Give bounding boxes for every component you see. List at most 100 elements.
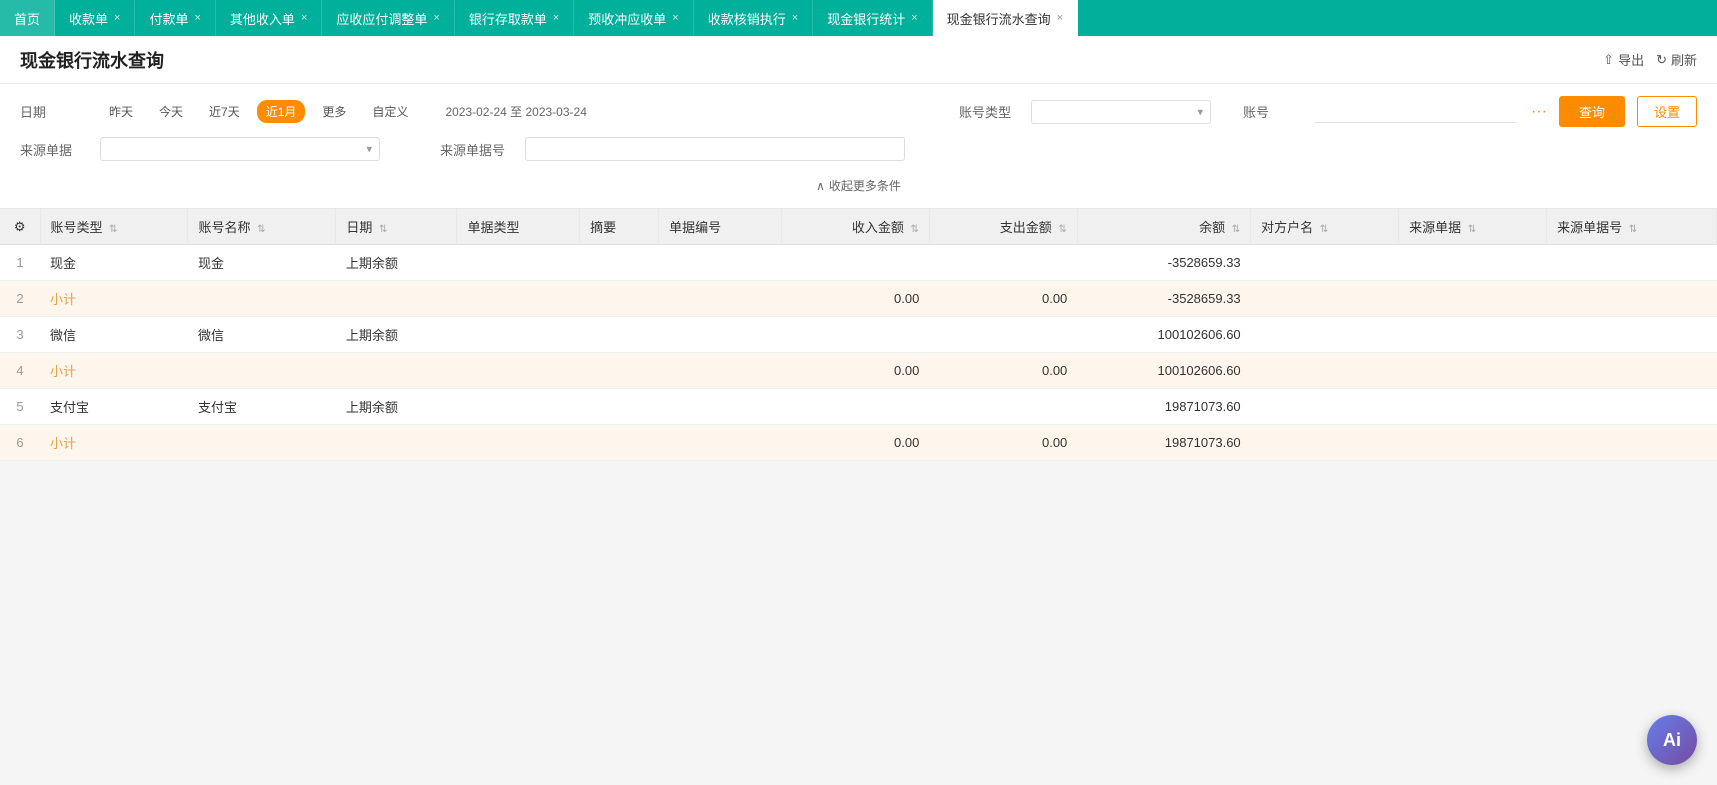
close-icon[interactable]: × <box>433 12 439 24</box>
nav-item-cash-stat[interactable]: 现金银行统计 × <box>813 0 932 36</box>
cell-account-name <box>188 353 336 389</box>
cell-doc-type <box>457 425 580 461</box>
date-option-more[interactable]: 更多 <box>313 100 355 123</box>
export-button[interactable]: ⇧ 导出 <box>1603 50 1644 69</box>
cell-summary <box>580 245 659 281</box>
col-balance-label: 余额 <box>1199 220 1225 235</box>
table-row[interactable]: 4小计0.000.00100102606.60 <box>0 353 1717 389</box>
cell-summary <box>580 281 659 317</box>
cell-summary <box>580 389 659 425</box>
source-doc-select[interactable] <box>100 137 380 161</box>
nav-item-other-income[interactable]: 其他收入单 × <box>216 0 322 36</box>
col-doc-no: 单据编号 <box>659 209 782 245</box>
page-header: 现金银行流水查询 ⇧ 导出 ↻ 刷新 <box>0 36 1717 84</box>
col-expense[interactable]: 支出金额 ⇅ <box>929 209 1077 245</box>
col-date-label: 日期 <box>346 220 372 235</box>
date-option-1month[interactable]: 近1月 <box>257 100 306 123</box>
close-icon[interactable]: × <box>911 12 917 24</box>
ai-button[interactable]: Ai <box>1647 715 1697 765</box>
date-option-today[interactable]: 今天 <box>150 100 192 123</box>
col-income[interactable]: 收入金额 ⇅ <box>781 209 929 245</box>
col-source-doc-no-label: 来源单据号 <box>1557 220 1622 235</box>
col-summary-label: 摘要 <box>590 220 616 235</box>
cell-balance: 100102606.60 <box>1077 353 1250 389</box>
cell-account-type: 小计 <box>40 281 188 317</box>
col-date[interactable]: 日期 ⇅ <box>336 209 457 245</box>
close-icon[interactable]: × <box>194 12 200 24</box>
cell-expense: 0.00 <box>929 353 1077 389</box>
table-row[interactable]: 3微信微信上期余额100102606.60 <box>0 317 1717 353</box>
col-doc-type: 单据类型 <box>457 209 580 245</box>
cell-account-name <box>188 425 336 461</box>
cell-income: 0.00 <box>781 353 929 389</box>
col-counterpart[interactable]: 对方户名 ⇅ <box>1251 209 1399 245</box>
refresh-icon: ↻ <box>1656 52 1667 68</box>
date-options: 昨天 今天 近7天 近1月 更多 自定义 <box>100 100 417 123</box>
table-row[interactable]: 5支付宝支付宝上期余额19871073.60 <box>0 389 1717 425</box>
table-row[interactable]: 2小计0.000.00-3528659.33 <box>0 281 1717 317</box>
nav-item-home[interactable]: 首页 <box>0 0 55 36</box>
cell-balance: 100102606.60 <box>1077 317 1250 353</box>
source-doc-label: 来源单据 <box>20 140 80 159</box>
nav-item-advance[interactable]: 预收冲应收单 × <box>574 0 693 36</box>
cell-expense <box>929 245 1077 281</box>
gear-icon[interactable]: ⚙ <box>14 219 26 234</box>
col-account-type-label: 账号类型 <box>51 220 103 235</box>
table-row[interactable]: 1现金现金上期余额-3528659.33 <box>0 245 1717 281</box>
nav-item-receipt[interactable]: 收款单 × <box>55 0 135 36</box>
cell-expense <box>929 389 1077 425</box>
cell-expense: 0.00 <box>929 281 1077 317</box>
cell-account-name <box>188 281 336 317</box>
nav-item-collection[interactable]: 收款核销执行 × <box>694 0 813 36</box>
date-option-custom[interactable]: 自定义 <box>363 100 417 123</box>
filter-row-2: 来源单据 来源单据号 <box>20 137 1697 161</box>
collapse-label: 收起更多条件 <box>829 177 901 194</box>
cell-account-name: 支付宝 <box>188 389 336 425</box>
collapse-bar[interactable]: ∧ 收起更多条件 <box>20 171 1697 196</box>
col-source-doc-label: 来源单据 <box>1409 220 1461 235</box>
col-account-name[interactable]: 账号名称 ⇅ <box>188 209 336 245</box>
refresh-button[interactable]: ↻ 刷新 <box>1656 50 1697 69</box>
settings-button[interactable]: 设置 <box>1637 96 1697 127</box>
close-icon[interactable]: × <box>301 12 307 24</box>
query-button[interactable]: 查询 <box>1559 96 1625 127</box>
filter-area: 日期 昨天 今天 近7天 近1月 更多 自定义 2023-02-24 至 202… <box>0 84 1717 209</box>
close-icon[interactable]: × <box>553 12 559 24</box>
account-label: 账号 <box>1243 102 1303 121</box>
cell-balance: 19871073.60 <box>1077 389 1250 425</box>
cell-doc-no <box>659 245 782 281</box>
account-input[interactable] <box>1315 100 1515 123</box>
cell-doc-no <box>659 389 782 425</box>
source-doc-no-input[interactable] <box>525 137 905 161</box>
nav-item-adjustment[interactable]: 应收应付调整单 × <box>322 0 454 36</box>
cell-account-name: 现金 <box>188 245 336 281</box>
row-number: 6 <box>0 425 40 461</box>
col-source-doc-no[interactable]: 来源单据号 ⇅ <box>1547 209 1717 245</box>
table-row[interactable]: 6小计0.000.0019871073.60 <box>0 425 1717 461</box>
close-icon[interactable]: × <box>1057 12 1063 24</box>
close-icon[interactable]: × <box>114 12 120 24</box>
cell-doc-type <box>457 281 580 317</box>
sort-icon: ⇅ <box>1320 224 1328 235</box>
collapse-up-icon: ∧ <box>816 179 825 193</box>
close-icon[interactable]: × <box>792 12 798 24</box>
sort-icon: ⇅ <box>1468 224 1476 235</box>
cell-income: 0.00 <box>781 425 929 461</box>
date-option-yesterday[interactable]: 昨天 <box>100 100 142 123</box>
date-option-7days[interactable]: 近7天 <box>200 100 249 123</box>
row-number: 5 <box>0 389 40 425</box>
col-source-doc[interactable]: 来源单据 ⇅ <box>1399 209 1547 245</box>
cell-source-doc <box>1399 245 1547 281</box>
close-icon[interactable]: × <box>672 12 678 24</box>
nav-item-payment[interactable]: 付款单 × <box>135 0 215 36</box>
col-gear[interactable]: ⚙ <box>0 209 40 245</box>
dots-button[interactable]: ··· <box>1531 103 1547 121</box>
cell-account-type: 小计 <box>40 425 188 461</box>
row-number: 1 <box>0 245 40 281</box>
account-type-select[interactable] <box>1031 100 1211 124</box>
nav-item-bank-deposit[interactable]: 银行存取款单 × <box>455 0 574 36</box>
nav-item-cash-flow[interactable]: 现金银行流水查询 × <box>933 0 1078 36</box>
col-account-type[interactable]: 账号类型 ⇅ <box>40 209 188 245</box>
sort-icon: ⇅ <box>109 224 117 235</box>
col-balance[interactable]: 余额 ⇅ <box>1077 209 1250 245</box>
